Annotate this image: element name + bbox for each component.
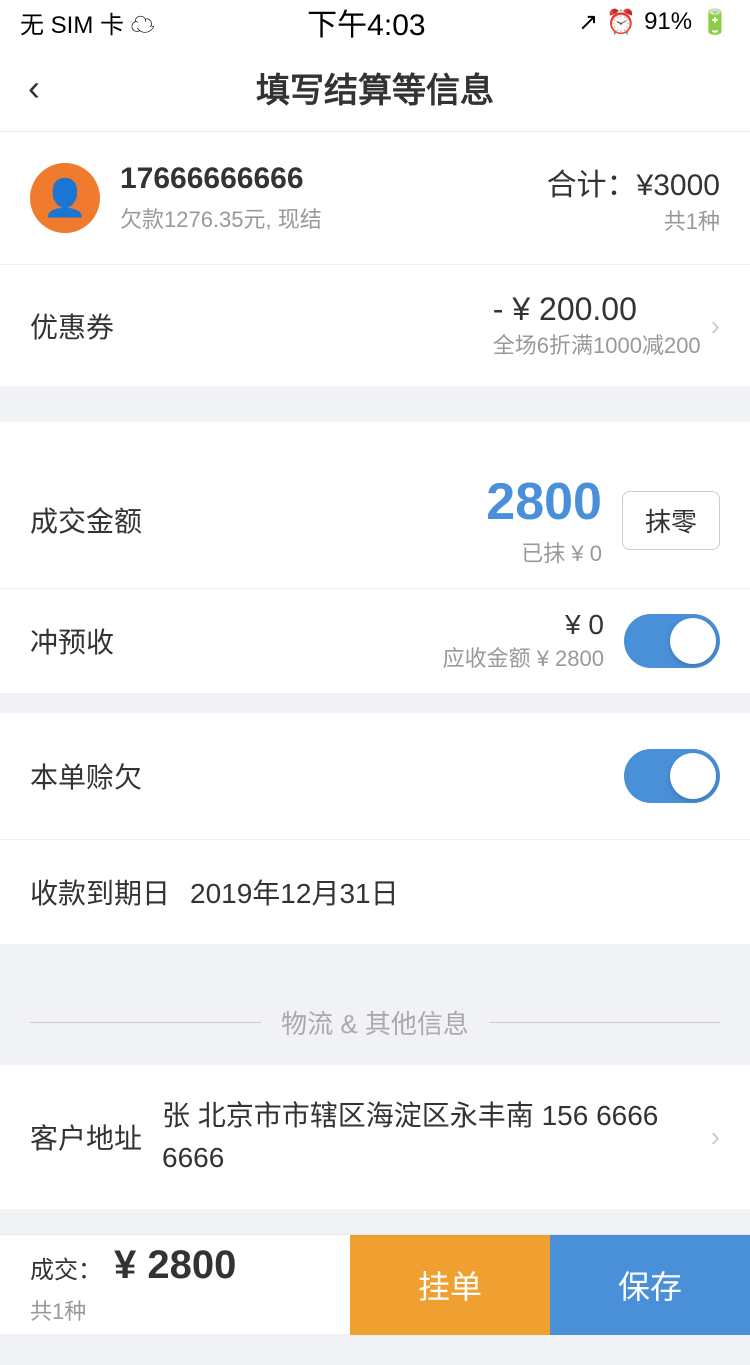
address-content: 张 北京市市辖区海淀区永丰南 156 6666 6666 <box>162 1095 691 1179</box>
alarm-icon: ⏰ <box>606 8 636 37</box>
prepay-toggle[interactable] <box>624 614 720 668</box>
customer-card: 👤 17666666666 欠款1276.35元, 现结 合计：¥3000 共1… <box>0 132 750 386</box>
debit-row: 本单赊欠 <box>0 713 750 839</box>
divider-1 <box>0 402 750 422</box>
debit-toggle[interactable] <box>624 749 720 803</box>
prepay-label: 冲预收 <box>30 621 114 661</box>
due-date-label: 收款到期日 <box>30 872 170 912</box>
coupon-discount: - ¥ 200.00 <box>493 291 701 328</box>
address-chevron-icon: › <box>711 1121 720 1153</box>
status-right: ↗ ⏰ 91% 🔋 <box>578 8 730 37</box>
amount-number: 2800 <box>486 472 602 532</box>
prepay-amount-block: ¥ 0 应收金额 ¥ 2800 <box>443 609 604 673</box>
amount-number-block: 2800 已抹 ¥ 0 <box>486 472 602 568</box>
debit-toggle-knob <box>670 753 716 799</box>
customer-right: 合计：¥3000 共1种 <box>547 160 720 236</box>
bottom-bar: 成交： ¥ 2800 共1种 挂单 保存 <box>0 1234 750 1334</box>
bottom-total-label: 成交： <box>30 1250 102 1285</box>
debit-card: 本单赊欠 收款到期日 2019年12月31日 <box>0 713 750 944</box>
avatar-icon: 👤 <box>43 177 88 219</box>
customer-info: 17666666666 欠款1276.35元, 现结 <box>120 162 322 234</box>
customer-row: 👤 17666666666 欠款1276.35元, 现结 合计：¥3000 共1… <box>0 132 750 264</box>
divider-2 <box>0 693 750 713</box>
logistics-line-right <box>489 1022 720 1023</box>
amount-sub: 已抹 ¥ 0 <box>486 536 602 568</box>
bottom-total-row: 成交： ¥ 2800 <box>30 1243 320 1288</box>
bottom-count: 共1种 <box>30 1294 320 1326</box>
coupon-right: - ¥ 200.00 全场6折满1000减200 › <box>493 291 720 360</box>
prepay-amount: ¥ 0 <box>443 609 604 641</box>
logistics-title: 物流 & 其他信息 <box>281 1004 469 1041</box>
transaction-amount-label: 成交金额 <box>30 500 142 540</box>
toggle-knob <box>670 618 716 664</box>
bottom-info: 成交： ¥ 2800 共1种 <box>0 1243 350 1326</box>
prepay-row: 冲预收 ¥ 0 应收金额 ¥ 2800 <box>0 588 750 693</box>
sim-status: 无 SIM 卡 ☁ <box>20 5 155 40</box>
page-header: ‹ 填写结算等信息 <box>0 44 750 132</box>
avatar: 👤 <box>30 163 100 233</box>
address-card: 客户地址 张 北京市市辖区海淀区永丰南 156 6666 6666 › <box>0 1065 750 1209</box>
coupon-amount-block: - ¥ 200.00 全场6折满1000减200 <box>493 291 701 360</box>
customer-phone: 17666666666 <box>120 162 322 196</box>
due-date-value: 2019年12月31日 <box>190 872 399 912</box>
chevron-right-icon: › <box>711 310 720 342</box>
customer-debt: 欠款1276.35元, 现结 <box>120 202 322 234</box>
back-button[interactable]: ‹ <box>28 67 40 109</box>
prepay-right: ¥ 0 应收金额 ¥ 2800 <box>443 609 720 673</box>
total-count: 共1种 <box>547 204 720 236</box>
location-icon: ↗ <box>578 8 598 37</box>
debit-label: 本单赊欠 <box>30 756 142 796</box>
prepay-sub: 应收金额 ¥ 2800 <box>443 641 604 673</box>
amount-value-block: 2800 已抹 ¥ 0 抹零 <box>486 472 720 568</box>
customer-left: 👤 17666666666 欠款1276.35元, 现结 <box>30 162 322 234</box>
status-time: 下午4:03 <box>307 0 425 44</box>
logistics-header: 物流 & 其他信息 <box>0 980 750 1065</box>
amount-row: 成交金额 2800 已抹 ¥ 0 抹零 <box>30 452 720 588</box>
battery-level: 91% <box>644 8 692 36</box>
logistics-line-left <box>30 1022 261 1023</box>
bottom-total-amount: ¥ 2800 <box>114 1243 236 1288</box>
battery-icon: 🔋 <box>700 8 730 37</box>
coupon-label: 优惠券 <box>30 306 114 346</box>
save-button[interactable]: 保存 <box>550 1235 750 1335</box>
address-label: 客户地址 <box>30 1117 142 1157</box>
address-row[interactable]: 客户地址 张 北京市市辖区海淀区永丰南 156 6666 6666 › <box>0 1065 750 1209</box>
divider-3 <box>0 960 750 980</box>
main-content: 👤 17666666666 欠款1276.35元, 现结 合计：¥3000 共1… <box>0 132 750 1365</box>
due-date-row: 收款到期日 2019年12月31日 <box>0 839 750 944</box>
round-zero-button[interactable]: 抹零 <box>622 491 720 550</box>
page-title: 填写结算等信息 <box>256 63 494 112</box>
coupon-row[interactable]: 优惠券 - ¥ 200.00 全场6折满1000减200 › <box>0 264 750 386</box>
coupon-detail: 全场6折满1000减200 <box>493 328 701 360</box>
amount-section: 成交金额 2800 已抹 ¥ 0 抹零 <box>0 422 750 588</box>
total-amount: 合计：¥3000 <box>547 160 720 204</box>
status-left: 无 SIM 卡 ☁ <box>20 5 155 40</box>
status-bar: 无 SIM 卡 ☁ 下午4:03 ↗ ⏰ 91% 🔋 <box>0 0 750 44</box>
pending-button[interactable]: 挂单 <box>350 1235 550 1335</box>
